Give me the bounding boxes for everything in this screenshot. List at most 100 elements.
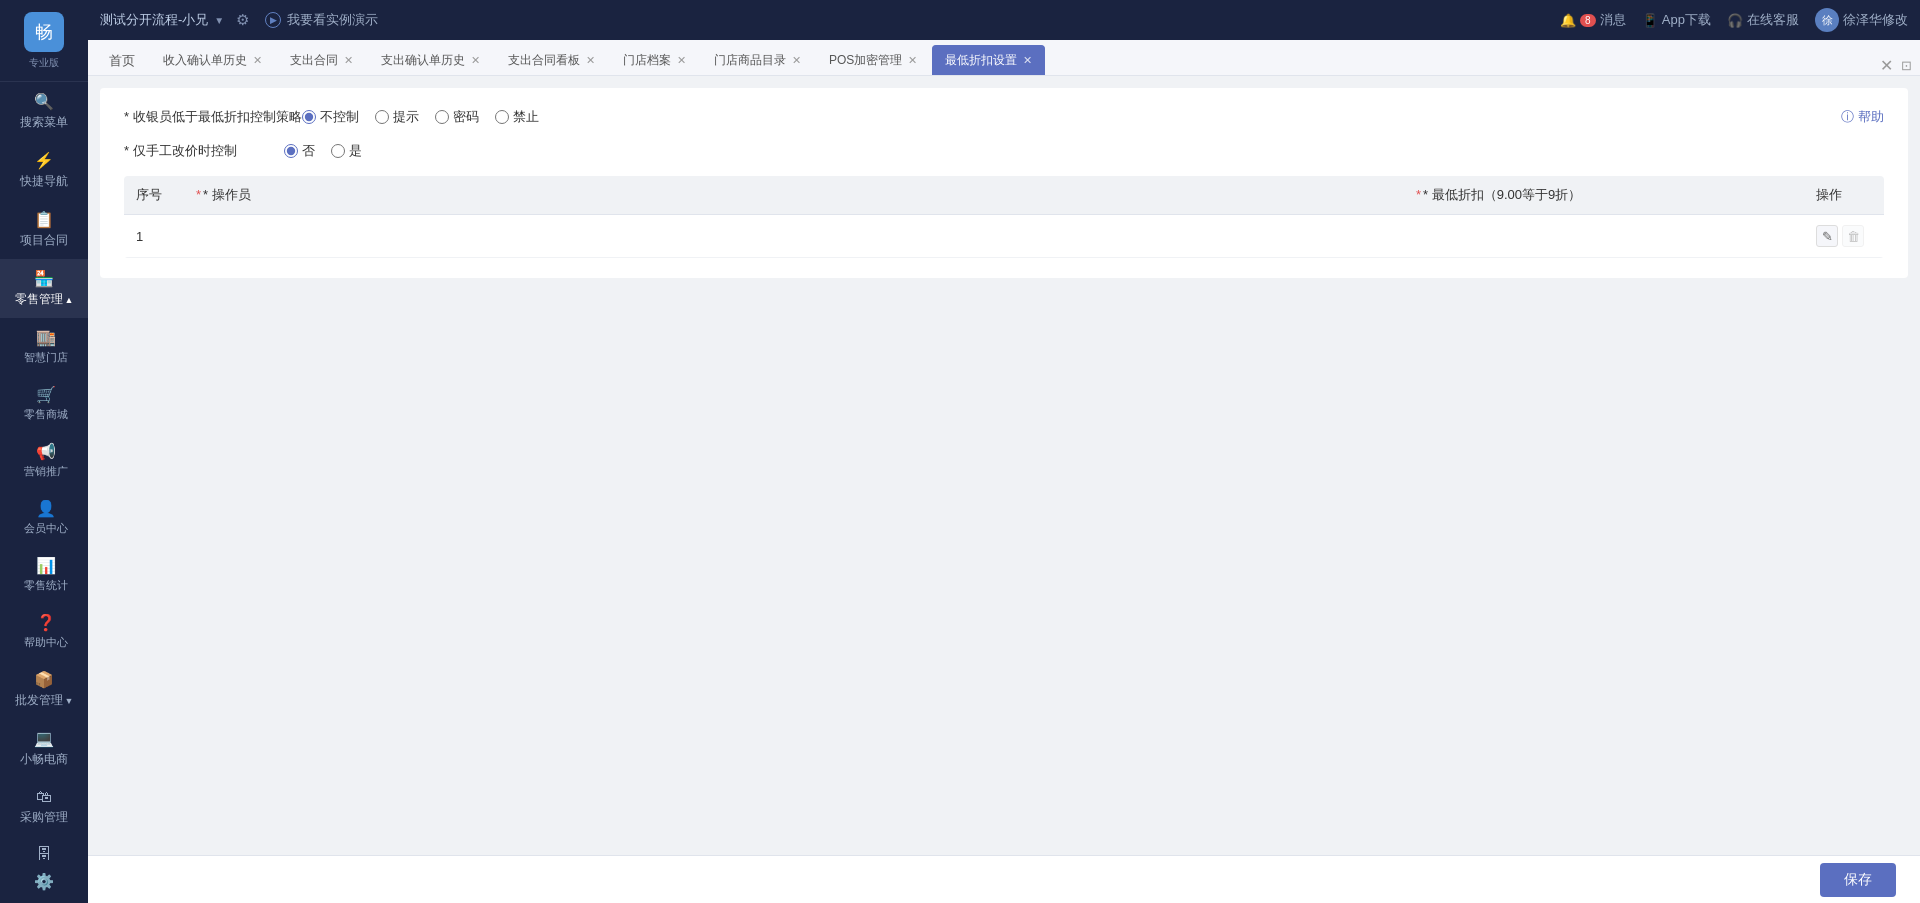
headset-icon: 🎧	[1727, 13, 1743, 28]
save-button[interactable]: 保存	[1820, 863, 1896, 897]
page-content: * 收银员低于最低折扣控制策略 不控制 提示	[88, 76, 1920, 855]
sidebar-item-help-center[interactable]: ❓ 帮助中心	[0, 603, 88, 660]
sidebar-item-marketing[interactable]: 📢 营销推广	[0, 432, 88, 489]
retail-icon: 🏪	[34, 269, 54, 288]
user-name: 徐泽华修改	[1843, 11, 1908, 29]
tab-pos-encrypt[interactable]: POS加密管理 ✕	[816, 45, 930, 75]
chevron-down-icon: ▲	[65, 295, 74, 305]
tab-close-icon[interactable]: ✕	[344, 55, 353, 66]
option-password[interactable]: 密码	[435, 108, 479, 126]
tab-store-catalog[interactable]: 门店商品目录 ✕	[701, 45, 814, 75]
tab-close-icon[interactable]: ✕	[586, 55, 595, 66]
option-label: 提示	[393, 108, 419, 126]
sidebar-item-label: 快捷导航	[20, 173, 68, 190]
tab-min-discount[interactable]: 最低折扣设置 ✕	[932, 45, 1045, 75]
edit-row-button[interactable]: ✎	[1816, 225, 1838, 247]
app-logo-icon: 畅	[24, 12, 64, 52]
tab-label: 收入确认单历史	[163, 52, 247, 69]
option-no-control[interactable]: 不控制	[302, 108, 359, 126]
avatar: 徐	[1815, 8, 1839, 32]
project-dropdown-icon: ▼	[214, 15, 224, 26]
cell-discount[interactable]	[1404, 215, 1804, 258]
retail-mall-icon: 🛒	[36, 385, 56, 404]
discount-table: 序号 ** 操作员 ** 最低折扣（9.00等于9折） 操作	[124, 176, 1884, 258]
tab-expense-contract[interactable]: 支出合同 ✕	[277, 45, 366, 75]
sidebar-item-retail[interactable]: 🏪 零售管理 ▲	[0, 259, 88, 318]
bell-icon: 🔔	[1560, 13, 1576, 28]
col-discount-header: ** 最低折扣（9.00等于9折）	[1404, 176, 1804, 215]
sidebar-item-label: 搜索菜单	[20, 114, 68, 131]
tab-store-archive[interactable]: 门店档案 ✕	[610, 45, 699, 75]
operator-input[interactable]	[196, 229, 1392, 244]
help-button[interactable]: ⓘ 帮助	[1841, 108, 1884, 126]
tab-close-all-icon[interactable]: ✕	[1880, 56, 1893, 75]
discount-table-container: 序号 ** 操作员 ** 最低折扣（9.00等于9折） 操作	[124, 176, 1884, 258]
sidebar-item-retail-stat[interactable]: 📊 零售统计	[0, 546, 88, 603]
tab-expense-history[interactable]: 支出确认单历史 ✕	[368, 45, 493, 75]
question-circle-icon: ⓘ	[1841, 108, 1854, 126]
app-download-button[interactable]: 📱 App下载	[1642, 11, 1711, 29]
sidebar-item-contract[interactable]: 📋 项目合同	[0, 200, 88, 259]
topbar-right: 🔔 8 消息 📱 App下载 🎧 在线客服 徐 徐泽华修改	[1560, 8, 1908, 32]
sidebar-item-label: 批发管理	[15, 692, 63, 709]
tab-close-icon[interactable]: ✕	[792, 55, 801, 66]
table-row: 1 ✎ 🗑	[124, 215, 1884, 258]
project-selector[interactable]: 测试分开流程-小兄 ▼	[100, 11, 224, 29]
discount-input[interactable]	[1416, 229, 1792, 244]
app-logo-text: 专业版	[29, 56, 59, 69]
sidebar-item-inventory[interactable]: 🗄 库存核算	[0, 836, 88, 860]
demo-circle-icon: ▶	[265, 12, 281, 28]
sidebar-item-smart-store[interactable]: 🏬 智慧门店	[0, 318, 88, 375]
row-action-buttons: ✎ 🗑	[1816, 225, 1872, 247]
cell-action: ✎ 🗑	[1804, 215, 1884, 258]
option-label: 不控制	[320, 108, 359, 126]
cashier-strategy-options: 不控制 提示 密码 禁	[302, 108, 539, 126]
tab-home-label: 首页	[109, 52, 135, 70]
settings-gear-button[interactable]: ⚙️	[30, 860, 58, 903]
option-no[interactable]: 否	[284, 142, 315, 160]
tab-bar: 首页 收入确认单历史 ✕ 支出合同 ✕ 支出确认单历史 ✕ 支出合同看板 ✕ 门…	[88, 40, 1920, 76]
demo-label: 我要看实例演示	[287, 11, 378, 29]
sidebar-item-retail-mall[interactable]: 🛒 零售商城	[0, 375, 88, 432]
sidebar-item-label: 零售统计	[24, 578, 68, 593]
tab-close-icon[interactable]: ✕	[1023, 55, 1032, 66]
customer-service-label: 在线客服	[1747, 11, 1799, 29]
sidebar-item-member[interactable]: 👤 会员中心	[0, 489, 88, 546]
sidebar-item-search[interactable]: 🔍 搜索菜单	[0, 82, 88, 141]
sidebar-item-quicknav[interactable]: ⚡ 快捷导航	[0, 141, 88, 200]
tab-expand-icon[interactable]: ⊡	[1901, 58, 1912, 73]
user-menu-button[interactable]: 徐 徐泽华修改	[1815, 8, 1908, 32]
messages-button[interactable]: 🔔 8 消息	[1560, 11, 1626, 29]
col-action-header: 操作	[1804, 176, 1884, 215]
sidebar-item-purchase[interactable]: 🛍 采购管理	[0, 778, 88, 836]
option-remind[interactable]: 提示	[375, 108, 419, 126]
sidebar-item-label: 项目合同	[20, 232, 68, 249]
tab-close-icon[interactable]: ✕	[471, 55, 480, 66]
option-yes[interactable]: 是	[331, 142, 362, 160]
ecommerce-icon: 💻	[34, 729, 54, 748]
cashier-strategy-label: * 收银员低于最低折扣控制策略	[124, 108, 302, 126]
settings-icon[interactable]: ⚙	[236, 11, 249, 29]
option-forbid[interactable]: 禁止	[495, 108, 539, 126]
tab-label: 支出合同	[290, 52, 338, 69]
cell-operator[interactable]	[184, 215, 1404, 258]
page-footer: 保存	[88, 855, 1920, 903]
tab-income-history[interactable]: 收入确认单历史 ✕	[150, 45, 275, 75]
option-label: 是	[349, 142, 362, 160]
tab-label: 支出确认单历史	[381, 52, 465, 69]
cell-seq: 1	[124, 215, 184, 258]
tab-close-icon[interactable]: ✕	[253, 55, 262, 66]
sidebar-item-ecommerce[interactable]: 💻 小畅电商	[0, 719, 88, 778]
demo-button[interactable]: ▶ 我要看实例演示	[265, 11, 378, 29]
tab-close-icon[interactable]: ✕	[677, 55, 686, 66]
project-name: 测试分开流程-小兄	[100, 11, 208, 29]
phone-icon: 📱	[1642, 13, 1658, 28]
tab-expense-board[interactable]: 支出合同看板 ✕	[495, 45, 608, 75]
help-center-icon: ❓	[36, 613, 56, 632]
sidebar-item-wholesale[interactable]: 📦 批发管理 ▼	[0, 660, 88, 719]
customer-service-button[interactable]: 🎧 在线客服	[1727, 11, 1799, 29]
tab-home[interactable]: 首页	[96, 45, 148, 75]
messages-badge: 8	[1580, 14, 1596, 27]
tab-close-icon[interactable]: ✕	[908, 55, 917, 66]
delete-row-button[interactable]: 🗑	[1842, 225, 1864, 247]
